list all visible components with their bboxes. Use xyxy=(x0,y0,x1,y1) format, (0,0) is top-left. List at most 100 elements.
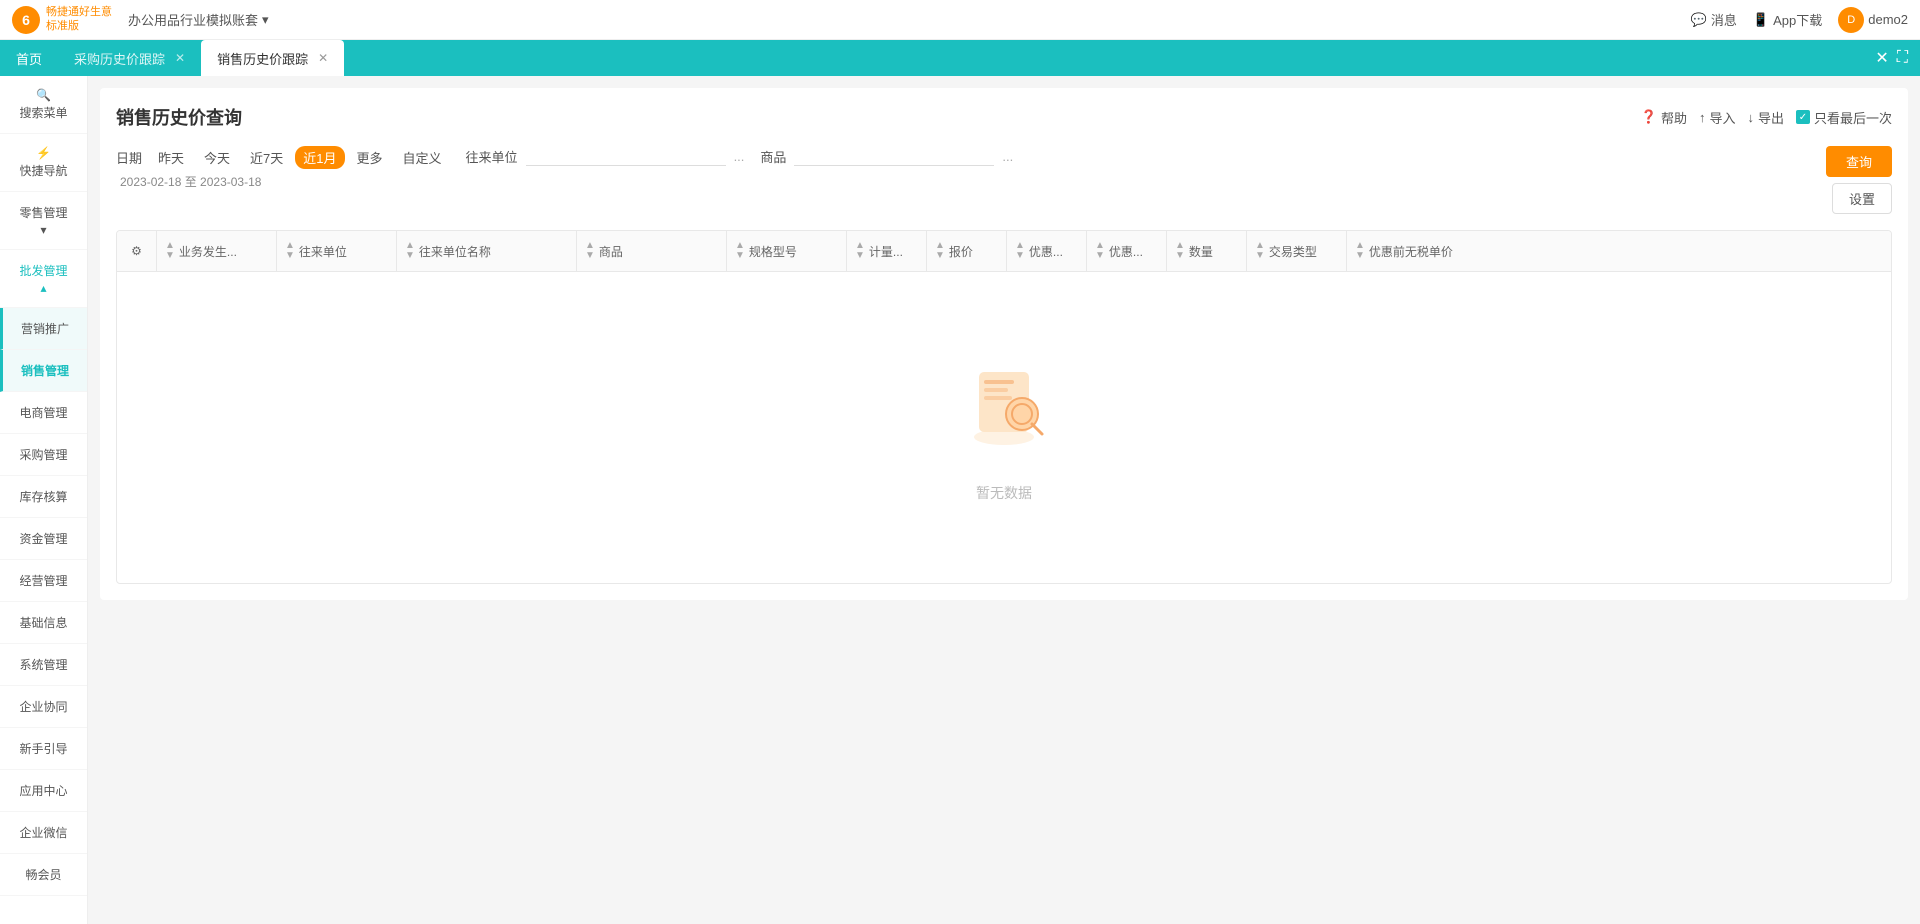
tab-sales-history[interactable]: 销售历史价跟踪 ✕ xyxy=(201,40,344,76)
sidebar-item-system[interactable]: 系统管理 xyxy=(0,644,87,686)
arrow-down-icon: ▾ xyxy=(40,223,46,237)
product-label: 商品 xyxy=(760,147,786,166)
th-qty[interactable]: ▲▼ 数量 xyxy=(1167,231,1247,271)
sort-icon-disc2: ▲▼ xyxy=(1095,241,1105,261)
sidebar-item-finance[interactable]: 资金管理 xyxy=(0,518,87,560)
partner-input[interactable] xyxy=(526,146,726,166)
sidebar-item-basic-info[interactable]: 基础信息 xyxy=(0,602,87,644)
sidebar-item-purchase[interactable]: 采购管理 xyxy=(0,434,87,476)
date-btn-today[interactable]: 今天 xyxy=(196,146,238,169)
import-button[interactable]: ↑ 导入 xyxy=(1699,108,1736,127)
sidebar-item-wholesale[interactable]: 批发管理 ▴ xyxy=(0,250,87,308)
date-btn-custom[interactable]: 自定义 xyxy=(395,146,450,169)
th-disc2[interactable]: ▲▼ 优惠... xyxy=(1087,231,1167,271)
tab-purchase-history[interactable]: 采购历史价跟踪 ✕ xyxy=(58,40,201,76)
page-header: 销售历史价查询 ❓ 帮助 ↑ 导入 ↓ 导出 xyxy=(116,104,1892,130)
top-bar: 6 畅捷通好生意 标准版 办公用品行业模拟账套 ▾ 💬 消息 📱 App下载 D… xyxy=(0,0,1920,40)
page-header-actions: ❓ 帮助 ↑ 导入 ↓ 导出 ✓ 只看最后一次 xyxy=(1641,108,1892,127)
date-options: 昨天 今天 近7天 近1月 更多 自定义 xyxy=(150,146,450,169)
th-pretax[interactable]: ▲▼ 优惠前无税单价 xyxy=(1347,231,1891,271)
sidebar-item-operations[interactable]: 经营管理 xyxy=(0,560,87,602)
sidebar-item-search[interactable]: 🔍 搜索菜单 xyxy=(0,76,87,134)
message-button[interactable]: 💬 消息 xyxy=(1691,10,1737,29)
th-partner[interactable]: ▲▼ 往来单位 xyxy=(277,231,397,271)
filter-bar: 日期 昨天 今天 近7天 近1月 更多 自定义 2023-02-18 至 202… xyxy=(116,146,1892,214)
tab-bar: 首页 采购历史价跟踪 ✕ 销售历史价跟踪 ✕ ✕ ⛶ xyxy=(0,40,1920,76)
th-trade-type[interactable]: ▲▼ 交易类型 xyxy=(1247,231,1347,271)
th-spec[interactable]: ▲▼ 规格型号 xyxy=(727,231,847,271)
gear-icon: ⚙ xyxy=(131,244,142,258)
app-selector[interactable]: 办公用品行业模拟账套 ▾ xyxy=(120,8,277,31)
th-price[interactable]: ▲▼ 报价 xyxy=(927,231,1007,271)
sidebar-item-ecommerce[interactable]: 电商管理 xyxy=(0,392,87,434)
sort-icon-trade: ▲▼ xyxy=(1255,241,1265,261)
sort-icon-disc1: ▲▼ xyxy=(1015,241,1025,261)
product-dots-button[interactable]: ... xyxy=(1002,149,1013,164)
help-button[interactable]: ❓ 帮助 xyxy=(1641,108,1687,127)
only-last-checkbox-label[interactable]: ✓ 只看最后一次 xyxy=(1796,108,1892,127)
table-wrapper: ⚙ ▲▼ 业务发生... ▲▼ 往来单位 ▲▼ 往来单位名称 xyxy=(116,230,1892,584)
sort-icon-qty: ▲▼ xyxy=(1175,241,1185,261)
search-icon: 🔍 xyxy=(36,88,51,102)
help-icon: ❓ xyxy=(1641,109,1657,125)
filter-date-group: 日期 昨天 今天 近7天 近1月 更多 自定义 xyxy=(116,146,450,169)
download-icon: 📱 xyxy=(1753,12,1769,28)
message-icon: 💬 xyxy=(1691,12,1707,28)
only-last-checkbox[interactable]: ✓ xyxy=(1796,110,1810,124)
tab-purchase-history-close[interactable]: ✕ xyxy=(175,51,185,65)
export-icon: ↓ xyxy=(1747,110,1754,125)
search-button[interactable]: 查询 xyxy=(1826,146,1892,177)
date-btn-yesterday[interactable]: 昨天 xyxy=(150,146,192,169)
sort-icon-partner-name: ▲▼ xyxy=(405,241,415,261)
quick-nav-icon: ⚡ xyxy=(36,146,51,160)
filter-date-section: 日期 昨天 今天 近7天 近1月 更多 自定义 2023-02-18 至 202… xyxy=(116,146,450,190)
sidebar-item-enterprise[interactable]: 企业协同 xyxy=(0,686,87,728)
settings-button[interactable]: 设置 xyxy=(1832,183,1892,214)
sidebar-item-app-center[interactable]: 应用中心 xyxy=(0,770,87,812)
tab-home[interactable]: 首页 xyxy=(0,40,58,76)
th-settings[interactable]: ⚙ xyxy=(117,231,157,271)
export-button[interactable]: ↓ 导出 xyxy=(1747,108,1784,127)
th-disc1[interactable]: ▲▼ 优惠... xyxy=(1007,231,1087,271)
filter-product-group: 商品 ... xyxy=(760,146,1013,166)
page-card: 销售历史价查询 ❓ 帮助 ↑ 导入 ↓ 导出 xyxy=(100,88,1908,600)
product-input[interactable] xyxy=(794,146,994,166)
avatar-image: D xyxy=(1838,7,1864,33)
sidebar-item-quick-nav[interactable]: ⚡ 快捷导航 xyxy=(0,134,87,192)
sidebar-item-guide[interactable]: 新手引导 xyxy=(0,728,87,770)
date-btn-7days[interactable]: 近7天 xyxy=(242,146,291,169)
user-avatar[interactable]: D demo2 xyxy=(1838,7,1908,33)
close-all-tabs-icon[interactable]: ✕ xyxy=(1875,48,1888,68)
th-product[interactable]: ▲▼ 商品 xyxy=(577,231,727,271)
date-btn-more[interactable]: 更多 xyxy=(349,146,391,169)
maximize-icon[interactable]: ⛶ xyxy=(1897,49,1908,67)
sort-icon-pretax: ▲▼ xyxy=(1355,241,1365,261)
empty-state: 暂无数据 xyxy=(117,272,1891,583)
top-bar-right: 💬 消息 📱 App下载 D demo2 xyxy=(1691,7,1908,33)
app-download-button[interactable]: 📱 App下载 xyxy=(1753,10,1822,29)
filter-right: 查询 设置 xyxy=(1826,146,1892,214)
th-date[interactable]: ▲▼ 业务发生... xyxy=(157,231,277,271)
th-unit[interactable]: ▲▼ 计量... xyxy=(847,231,927,271)
main-layout: 🔍 搜索菜单 ⚡ 快捷导航 零售管理 ▾ 批发管理 ▴ 营销推广 销售管理 电商… xyxy=(0,76,1920,924)
date-btn-1month[interactable]: 近1月 xyxy=(295,146,344,169)
sidebar-item-sales-mgmt[interactable]: 销售管理 xyxy=(0,350,87,392)
import-icon: ↑ xyxy=(1699,110,1706,125)
sidebar-item-inventory[interactable]: 库存核算 xyxy=(0,476,87,518)
page-title: 销售历史价查询 xyxy=(116,104,242,130)
sort-icon-price: ▲▼ xyxy=(935,241,945,261)
sort-icon-product: ▲▼ xyxy=(585,241,595,261)
empty-icon xyxy=(954,352,1054,471)
tab-sales-history-close[interactable]: ✕ xyxy=(318,51,328,65)
sort-icon-unit: ▲▼ xyxy=(855,241,865,261)
sidebar-item-vip[interactable]: 畅会员 xyxy=(0,854,87,896)
th-partner-name[interactable]: ▲▼ 往来单位名称 xyxy=(397,231,577,271)
sort-icon-spec: ▲▼ xyxy=(735,241,745,261)
sidebar-item-retail[interactable]: 零售管理 ▾ xyxy=(0,192,87,250)
sort-icon-date: ▲▼ xyxy=(165,241,175,261)
top-bar-left: 6 畅捷通好生意 标准版 办公用品行业模拟账套 ▾ xyxy=(12,6,277,34)
sidebar: 🔍 搜索菜单 ⚡ 快捷导航 零售管理 ▾ 批发管理 ▴ 营销推广 销售管理 电商… xyxy=(0,76,88,924)
partner-dots-button[interactable]: ... xyxy=(734,149,745,164)
sidebar-item-marketing[interactable]: 营销推广 xyxy=(0,308,87,350)
sidebar-item-corp-wechat[interactable]: 企业微信 xyxy=(0,812,87,854)
